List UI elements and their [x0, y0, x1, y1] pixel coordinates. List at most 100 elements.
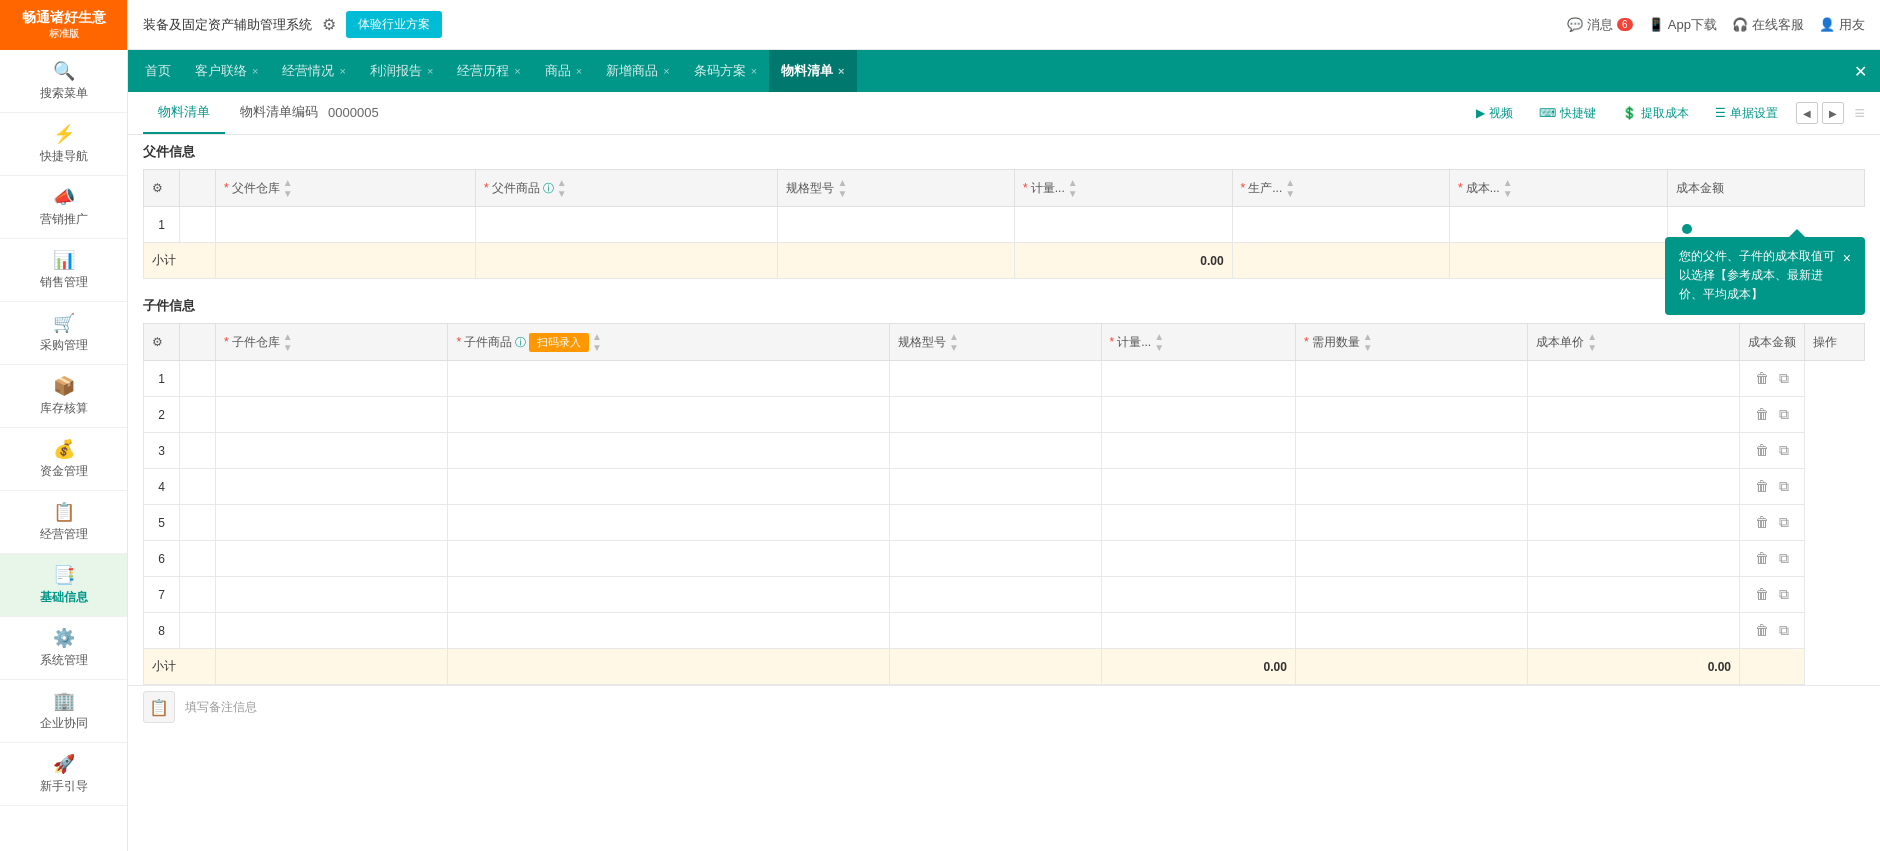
copy-row-8-button[interactable]: ⧉	[1779, 622, 1789, 638]
child-row3-goods[interactable]	[216, 433, 448, 469]
tab-goods-close[interactable]: ×	[576, 65, 582, 77]
child-row5-spec[interactable]	[448, 505, 890, 541]
parent-col-settings[interactable]: ⚙	[144, 170, 180, 207]
add-row-button[interactable]: 📋	[143, 691, 175, 723]
sidebar-item-enterprise[interactable]: 🏢 企业协同	[0, 680, 127, 743]
sidebar-item-marketing[interactable]: 📣 营销推广	[0, 176, 127, 239]
sidebar-item-system[interactable]: ⚙️ 系统管理	[0, 617, 127, 680]
tab-operations[interactable]: 经营情况 ×	[270, 50, 357, 92]
tab-operations-close[interactable]: ×	[339, 65, 345, 77]
child-row2-spec[interactable]	[448, 397, 890, 433]
parent-row1-goods[interactable]	[216, 207, 476, 243]
shortcut-button[interactable]: ⌨ 快捷键	[1531, 101, 1604, 126]
copy-row-1-button[interactable]: ⧉	[1779, 370, 1789, 386]
child-row2-goods[interactable]	[216, 397, 448, 433]
child-row5-qty[interactable]	[1101, 505, 1295, 541]
message-item[interactable]: 💬 消息 6	[1567, 16, 1633, 34]
child-row1-qty[interactable]	[1101, 361, 1295, 397]
child-row3-spec[interactable]	[448, 433, 890, 469]
trial-button[interactable]: 体验行业方案	[346, 11, 442, 38]
child-row2-unit[interactable]	[889, 397, 1101, 433]
copy-row-5-button[interactable]: ⧉	[1779, 514, 1789, 530]
child-row7-unit[interactable]	[889, 577, 1101, 613]
sidebar-item-purchase[interactable]: 🛒 采购管理	[0, 302, 127, 365]
tab-newgoods-close[interactable]: ×	[663, 65, 669, 77]
parent-row1-cost[interactable]	[1232, 207, 1449, 243]
tab-bom-close[interactable]: ×	[838, 65, 844, 77]
child-row2-qty[interactable]	[1101, 397, 1295, 433]
tab-barcode-close[interactable]: ×	[751, 65, 757, 77]
child-row8-spec[interactable]	[448, 613, 890, 649]
child-row4-goods[interactable]	[216, 469, 448, 505]
child-row6-spec[interactable]	[448, 541, 890, 577]
delete-row-1-button[interactable]: 🗑	[1755, 370, 1769, 386]
view-video-button[interactable]: ▶ 视频	[1468, 101, 1521, 126]
child-row8-qty[interactable]	[1101, 613, 1295, 649]
parent-row1-warehouse[interactable]	[180, 207, 216, 243]
tab-new-goods[interactable]: 新增商品 ×	[594, 50, 681, 92]
child-row1-spec[interactable]	[448, 361, 890, 397]
nav-next-button[interactable]: ▶	[1822, 102, 1844, 124]
tab-customers-close[interactable]: ×	[252, 65, 258, 77]
single-settings-button[interactable]: ☰ 单据设置	[1707, 101, 1786, 126]
child-row6-goods[interactable]	[216, 541, 448, 577]
tab-history[interactable]: 经营历程 ×	[445, 50, 532, 92]
parent-row1-unit[interactable]	[778, 207, 1015, 243]
delete-row-3-button[interactable]: 🗑	[1755, 442, 1769, 458]
child-row4-unit[interactable]	[889, 469, 1101, 505]
tab-customers[interactable]: 客户联络 ×	[183, 50, 270, 92]
scan-input-button[interactable]: 扫码录入	[529, 333, 589, 352]
nav-prev-button[interactable]: ◀	[1796, 102, 1818, 124]
user-item[interactable]: 👤 用友	[1819, 16, 1865, 34]
child-row4-spec[interactable]	[448, 469, 890, 505]
child-row1-warehouse[interactable]	[180, 361, 216, 397]
child-row3-unit[interactable]	[889, 433, 1101, 469]
child-row4-warehouse[interactable]	[180, 469, 216, 505]
tab-profit[interactable]: 利润报告 ×	[358, 50, 445, 92]
tab-bom[interactable]: 物料清单 ×	[769, 50, 856, 92]
sidebar-item-finance[interactable]: 💰 资金管理	[0, 428, 127, 491]
parent-row1-production[interactable]	[1015, 207, 1232, 243]
child-row5-unit[interactable]	[889, 505, 1101, 541]
child-row8-goods[interactable]	[216, 613, 448, 649]
child-row7-warehouse[interactable]	[180, 577, 216, 613]
extract-cost-button[interactable]: 💲 提取成本	[1614, 101, 1697, 126]
child-row1-unit[interactable]	[889, 361, 1101, 397]
tab-barcode[interactable]: 条码方案 ×	[682, 50, 769, 92]
delete-row-4-button[interactable]: 🗑	[1755, 478, 1769, 494]
delete-row-7-button[interactable]: 🗑	[1755, 586, 1769, 602]
delete-row-6-button[interactable]: 🗑	[1755, 550, 1769, 566]
delete-row-8-button[interactable]: 🗑	[1755, 622, 1769, 638]
child-row6-qty[interactable]	[1101, 541, 1295, 577]
online-service-item[interactable]: 🎧 在线客服	[1732, 16, 1804, 34]
copy-row-2-button[interactable]: ⧉	[1779, 406, 1789, 422]
child-row3-warehouse[interactable]	[180, 433, 216, 469]
tab-history-close[interactable]: ×	[514, 65, 520, 77]
child-row5-warehouse[interactable]	[180, 505, 216, 541]
app-download-item[interactable]: 📱 App下载	[1648, 16, 1717, 34]
sidebar-item-guide[interactable]: 🚀 新手引导	[0, 743, 127, 806]
child-row6-unit[interactable]	[889, 541, 1101, 577]
child-col-settings[interactable]: ⚙	[144, 324, 180, 361]
child-row1-goods[interactable]	[216, 361, 448, 397]
child-row8-unit[interactable]	[889, 613, 1101, 649]
sidebar-item-basic-info[interactable]: 📑 基础信息	[0, 554, 127, 617]
child-row8-warehouse[interactable]	[180, 613, 216, 649]
child-row4-qty[interactable]	[1101, 469, 1295, 505]
copy-row-4-button[interactable]: ⧉	[1779, 478, 1789, 494]
settings-icon[interactable]: ⚙	[322, 15, 336, 34]
sidebar-item-operations[interactable]: 📋 经营管理	[0, 491, 127, 554]
delete-row-5-button[interactable]: 🗑	[1755, 514, 1769, 530]
child-row6-warehouse[interactable]	[180, 541, 216, 577]
child-row7-goods[interactable]	[216, 577, 448, 613]
child-row2-warehouse[interactable]	[180, 397, 216, 433]
copy-row-7-button[interactable]: ⧉	[1779, 586, 1789, 602]
sidebar-item-search[interactable]: 🔍 搜索菜单	[0, 50, 127, 113]
subtab-bom-list[interactable]: 物料清单	[143, 92, 225, 134]
tooltip-close-button[interactable]: ×	[1843, 247, 1851, 269]
tab-home[interactable]: 首页	[133, 50, 183, 92]
child-row7-spec[interactable]	[448, 577, 890, 613]
tab-goods[interactable]: 商品 ×	[533, 50, 594, 92]
child-row3-qty[interactable]	[1101, 433, 1295, 469]
child-row5-goods[interactable]	[216, 505, 448, 541]
